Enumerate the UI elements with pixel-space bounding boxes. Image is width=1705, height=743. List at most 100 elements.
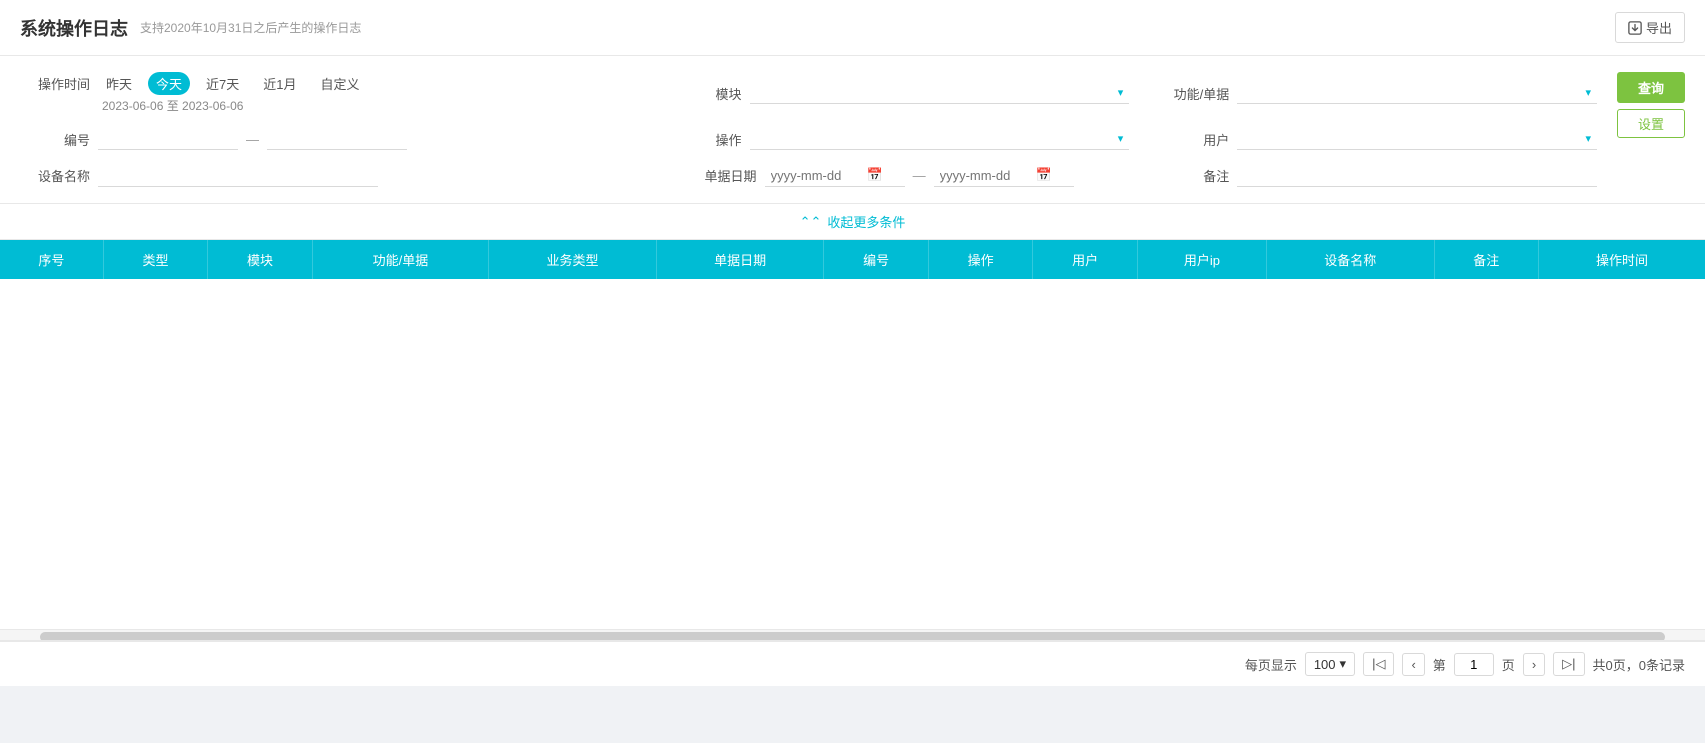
operation-filter-col: 操作 ▾ xyxy=(702,128,1130,150)
feature-filter-col: 功能/单据 ▾ xyxy=(1169,82,1597,104)
date-to-input[interactable] xyxy=(940,168,1030,183)
collapse-label: 收起更多条件 xyxy=(827,212,905,231)
horizontal-scrollbar[interactable] xyxy=(0,629,1705,641)
calendar-to-icon[interactable]: 📅 xyxy=(1036,167,1052,183)
device-input[interactable] xyxy=(98,165,378,187)
code-to-input[interactable] xyxy=(267,128,407,150)
operation-chevron-icon: ▾ xyxy=(1118,132,1124,145)
page-input[interactable]: 1 xyxy=(1454,653,1494,676)
module-select[interactable]: ▾ xyxy=(750,82,1130,104)
header-row: 序号 类型 模块 功能/单据 业务类型 单据日期 编号 操作 用户 用户ip 设… xyxy=(0,240,1705,279)
per-page-chevron-icon: ▾ xyxy=(1340,656,1347,672)
col-code: 编号 xyxy=(824,240,928,279)
feature-input[interactable] xyxy=(1243,85,1581,100)
table-header: 序号 类型 模块 功能/单据 业务类型 单据日期 编号 操作 用户 用户ip 设… xyxy=(0,240,1705,279)
per-page-select[interactable]: 100 ▾ xyxy=(1305,652,1355,676)
time-filter-col: 操作时间 昨天 今天 近7天 近1月 自定义 2023-06-06 至 2023… xyxy=(20,72,662,114)
empty-area xyxy=(0,279,1705,629)
time-btn-7days[interactable]: 近7天 xyxy=(198,72,247,95)
col-feature: 功能/单据 xyxy=(312,240,488,279)
filter-row-3: 设备名称 单据日期 📅 — 📅 xyxy=(20,164,1597,187)
scrollbar-thumb[interactable] xyxy=(40,632,1665,641)
user-chevron-icon: ▾ xyxy=(1585,132,1591,145)
page-header: 系统操作日志 支持2020年10月31日之后产生的操作日志 导出 xyxy=(0,0,1705,56)
module-filter-col: 模块 ▾ xyxy=(702,82,1130,104)
next-page-button[interactable]: › xyxy=(1523,653,1545,676)
col-seq: 序号 xyxy=(0,240,103,279)
col-operation: 操作 xyxy=(928,240,1032,279)
code-label: 编号 xyxy=(20,130,90,149)
page-title: 系统操作日志 xyxy=(20,15,128,41)
feature-label: 功能/单据 xyxy=(1169,84,1229,103)
page-label: 第 xyxy=(1433,655,1446,674)
filter-row-2: 编号 — 操作 ▾ 用户 xyxy=(20,128,1597,150)
code-filter-col: 编号 — xyxy=(20,128,662,150)
time-range-display: 2023-06-06 至 2023-06-06 xyxy=(102,97,243,114)
user-filter-col: 用户 ▾ xyxy=(1169,128,1597,150)
time-btn-custom[interactable]: 自定义 xyxy=(313,72,368,95)
module-chevron-icon: ▾ xyxy=(1118,86,1124,99)
col-voucher-date: 单据日期 xyxy=(656,240,824,279)
date-to-wrap: 📅 xyxy=(934,164,1074,187)
col-biz-type: 业务类型 xyxy=(489,240,657,279)
calendar-from-icon[interactable]: 📅 xyxy=(867,167,883,183)
user-label: 用户 xyxy=(1169,130,1229,149)
date-dash: — xyxy=(913,168,926,183)
prev-page-button[interactable]: ‹ xyxy=(1402,653,1424,676)
filter-rows: 操作时间 昨天 今天 近7天 近1月 自定义 2023-06-06 至 2023… xyxy=(20,72,1597,187)
total-info: 共0页，0条记录 xyxy=(1593,655,1685,674)
per-page-label: 每页显示 xyxy=(1245,655,1297,674)
col-device: 设备名称 xyxy=(1266,240,1434,279)
time-label: 操作时间 xyxy=(20,74,90,93)
operation-input[interactable] xyxy=(756,131,1114,146)
filter-area: 操作时间 昨天 今天 近7天 近1月 自定义 2023-06-06 至 2023… xyxy=(0,56,1705,204)
voucher-date-filter-col: 单据日期 📅 — 📅 xyxy=(702,164,1130,187)
user-input[interactable] xyxy=(1243,131,1581,146)
col-user-ip: 用户ip xyxy=(1137,240,1266,279)
col-remark: 备注 xyxy=(1434,240,1538,279)
col-module: 模块 xyxy=(208,240,312,279)
page-subtitle: 支持2020年10月31日之后产生的操作日志 xyxy=(140,19,361,36)
operation-select[interactable]: ▾ xyxy=(750,128,1130,150)
remark-filter-col: 备注 xyxy=(1169,165,1597,187)
remark-label: 备注 xyxy=(1169,166,1229,185)
col-type: 类型 xyxy=(103,240,207,279)
voucher-date-label: 单据日期 xyxy=(702,166,757,185)
title-area: 系统操作日志 支持2020年10月31日之后产生的操作日志 xyxy=(20,15,361,41)
time-btn-today[interactable]: 今天 xyxy=(148,72,190,95)
collapse-up-icon: ⌃⌃ xyxy=(800,214,822,230)
feature-chevron-icon: ▾ xyxy=(1585,86,1591,99)
time-btn-yesterday[interactable]: 昨天 xyxy=(98,72,140,95)
settings-button[interactable]: 设置 xyxy=(1617,109,1685,138)
time-btn-1month[interactable]: 近1月 xyxy=(255,72,304,95)
device-filter-col: 设备名称 xyxy=(20,165,662,187)
first-page-button[interactable]: |◁ xyxy=(1363,652,1394,676)
table-container: 序号 类型 模块 功能/单据 业务类型 单据日期 编号 操作 用户 用户ip 设… xyxy=(0,240,1705,629)
code-from-input[interactable] xyxy=(98,128,238,150)
per-page-value: 100 xyxy=(1314,657,1336,672)
export-button[interactable]: 导出 xyxy=(1615,12,1685,43)
device-label: 设备名称 xyxy=(20,166,90,185)
feature-select[interactable]: ▾ xyxy=(1237,82,1597,104)
col-user: 用户 xyxy=(1033,240,1137,279)
collapse-section: ⌃⌃ 收起更多条件 xyxy=(0,204,1705,240)
data-table: 序号 类型 模块 功能/单据 业务类型 单据日期 编号 操作 用户 用户ip 设… xyxy=(0,240,1705,279)
last-page-button[interactable]: ▷| xyxy=(1553,652,1584,676)
filter-row-1: 操作时间 昨天 今天 近7天 近1月 自定义 2023-06-06 至 2023… xyxy=(20,72,1597,114)
action-buttons: 查询 设置 xyxy=(1617,72,1685,187)
collapse-button[interactable]: ⌃⌃ 收起更多条件 xyxy=(800,212,906,231)
module-input[interactable] xyxy=(756,85,1114,100)
code-dash: — xyxy=(246,132,259,147)
operation-label: 操作 xyxy=(702,130,742,149)
remark-input[interactable] xyxy=(1237,165,1597,187)
export-icon xyxy=(1628,21,1642,35)
module-label: 模块 xyxy=(702,84,742,103)
page-suffix: 页 xyxy=(1502,655,1515,674)
user-select[interactable]: ▾ xyxy=(1237,128,1597,150)
date-from-wrap: 📅 xyxy=(765,164,905,187)
query-button[interactable]: 查询 xyxy=(1617,72,1685,103)
date-from-input[interactable] xyxy=(771,168,861,183)
col-op-time: 操作时间 xyxy=(1539,240,1705,279)
pagination: 每页显示 100 ▾ |◁ ‹ 第 1 页 › ▷| 共0页，0条记录 xyxy=(0,641,1705,686)
time-shortcuts: 昨天 今天 近7天 近1月 自定义 xyxy=(98,72,368,95)
